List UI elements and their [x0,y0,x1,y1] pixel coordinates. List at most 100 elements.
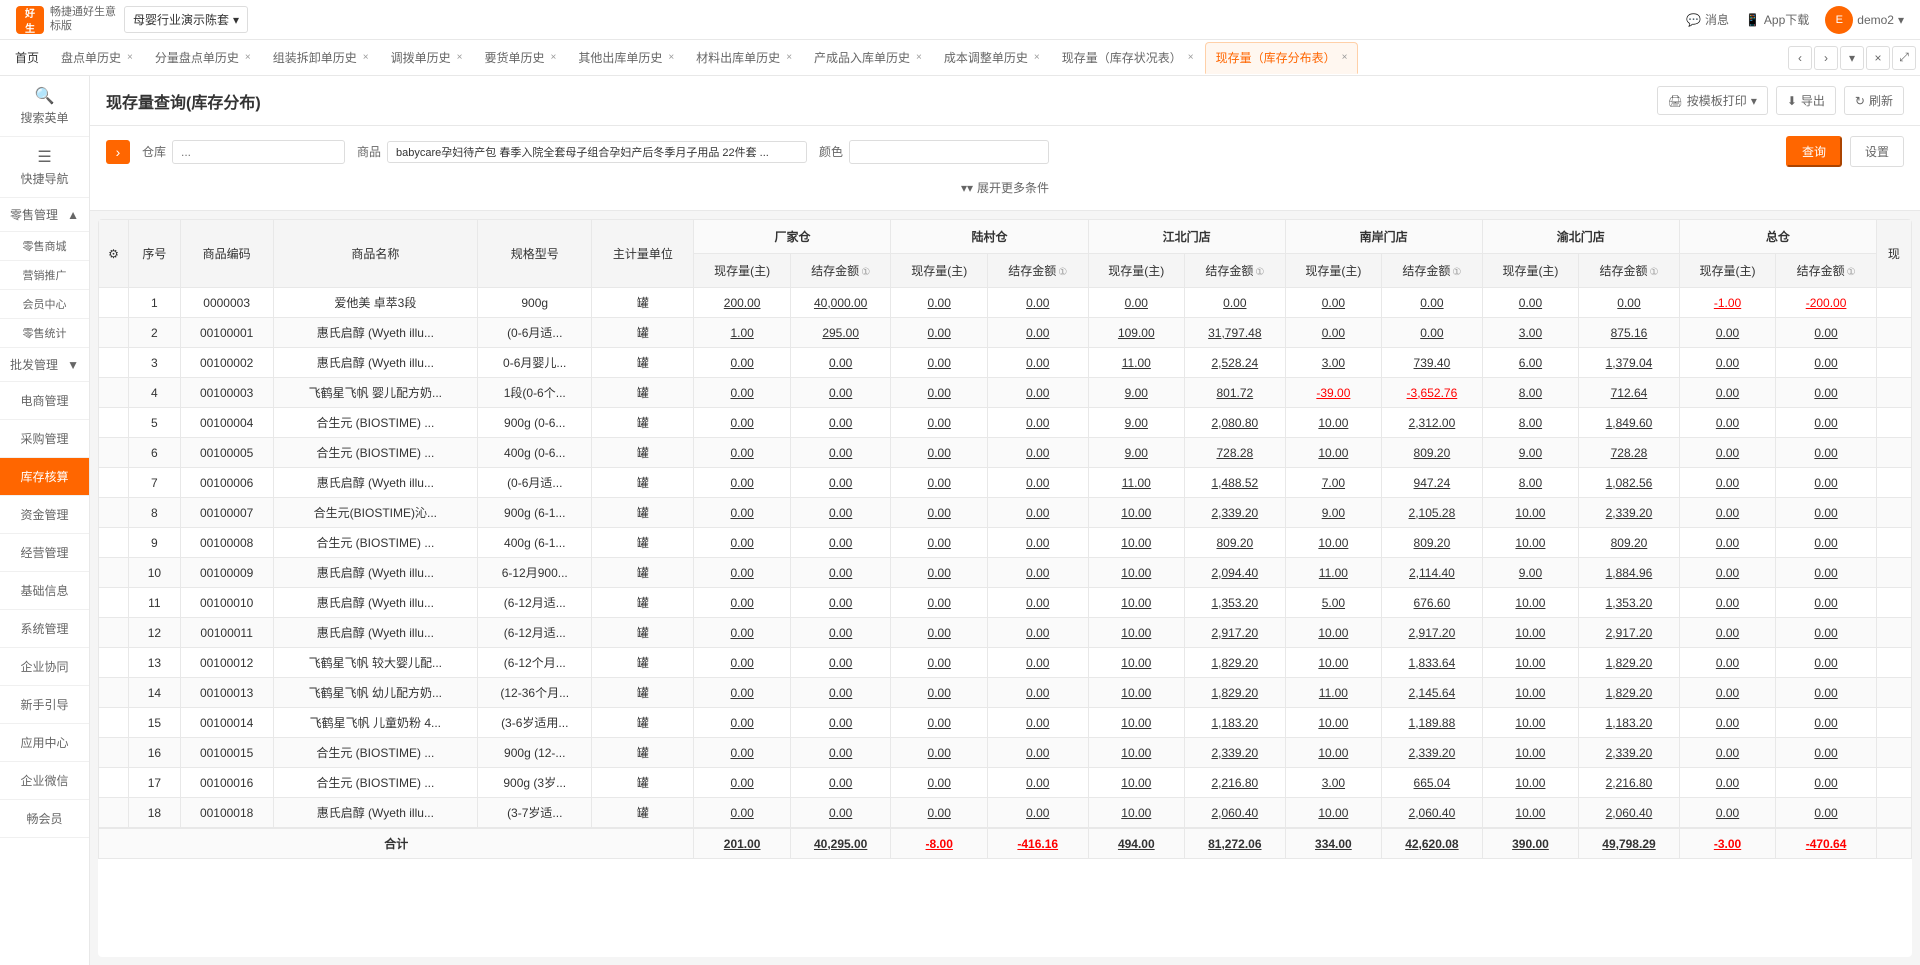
tab-close-10[interactable]: × [1188,52,1194,63]
tab-close-3[interactable]: × [363,52,369,63]
tab-10[interactable]: 现存量（库存状况表）× [1051,42,1205,74]
tab-6[interactable]: 其他出库单历史× [567,42,685,74]
warehouse-input[interactable] [172,140,345,164]
tab-1[interactable]: 盘点单历史× [50,42,144,74]
chevron-down-icon: ▾▾ [961,181,973,195]
col-name: 商品名称 [273,220,478,288]
sidebar-item-member[interactable]: 会员中心 [0,290,89,319]
footer-lucun-amt[interactable]: -416.16 [987,828,1088,859]
color-input[interactable] [849,140,1049,164]
tab-next-btn[interactable]: › [1814,46,1838,70]
table-row: 1500100014飞鹤星飞帆 儿童奶粉 4...(3-6岁适用...罐0.00… [99,708,1912,738]
tab-close-6[interactable]: × [668,52,674,63]
message-btn[interactable]: 💬 消息 [1686,11,1729,28]
tab-5[interactable]: 要货单历史× [473,42,567,74]
sidebar-item-marketing[interactable]: 营销推广 [0,261,89,290]
toggle-filter-btn[interactable]: › [106,140,130,164]
tab-close-5[interactable]: × [550,52,556,63]
message-icon: 💬 [1686,13,1701,27]
info-icon[interactable]: ① [861,267,870,278]
col-settings[interactable]: ⚙ [99,220,129,288]
table-row: 1100100010惠氏启醇 (Wyeth illu...(6-12月适...罐… [99,588,1912,618]
footer-changjiacao-amt[interactable]: 40,295.00 [790,828,891,859]
col-jiangbei: 江北门店 [1088,220,1285,254]
print-btn[interactable]: 🖨 按模板打印 ▾ [1657,86,1768,115]
tab-11[interactable]: 现存量（库存分布表）× [1205,42,1359,74]
col-lucun: 陆村仓 [891,220,1088,254]
tab-home[interactable]: 首页 [4,42,50,74]
footer-jiangbei-qty[interactable]: 494.00 [1088,828,1184,859]
expand-conditions-btn[interactable]: ▾▾ 展开更多条件 [953,175,1057,200]
info-icon[interactable]: ① [1058,267,1067,278]
search-icon: 🔍 [6,86,83,106]
settings-btn[interactable]: 设置 [1850,136,1904,167]
table-row: 900100008合生元 (BIOSTIME) ...400g (6-1...罐… [99,528,1912,558]
goods-input[interactable] [387,141,807,163]
tab-7[interactable]: 材料出库单历史× [685,42,803,74]
export-btn[interactable]: ⬇ 导出 [1776,86,1836,115]
info-icon[interactable]: ① [1452,267,1461,278]
footer-nanan-amt[interactable]: 42,620.08 [1382,828,1483,859]
info-icon[interactable]: ① [1847,267,1856,278]
tab-close-4[interactable]: × [457,52,463,63]
user-menu[interactable]: E demo2 ▾ [1825,6,1904,34]
footer-nanan-qty[interactable]: 334.00 [1285,828,1381,859]
tab-close-2[interactable]: × [245,52,251,63]
sidebar-item-vip[interactable]: 畅会员 [0,800,89,838]
footer-lucun-qty[interactable]: -8.00 [891,828,987,859]
sidebar-item-apps[interactable]: 应用中心 [0,724,89,762]
col-yubei-amt: 结存金额① [1579,254,1680,288]
tab-close-9[interactable]: × [1034,52,1040,63]
app-download-btn[interactable]: 📱 App下载 [1745,11,1809,28]
tab-8[interactable]: 产成品入库单历史× [803,42,933,74]
tab-3[interactable]: 组装拆卸单历史× [262,42,380,74]
page-header: 现存量查询(库存分布) 🖨 按模板打印 ▾ ⬇ 导出 ↻ 刷新 [90,76,1920,126]
tab-close-7[interactable]: × [786,52,792,63]
sidebar-item-search[interactable]: 🔍 搜索英单 [0,76,89,137]
tab-9[interactable]: 成本调整单历史× [933,42,1051,74]
table-row: 1000100009惠氏启醇 (Wyeth illu...6-12月900...… [99,558,1912,588]
refresh-btn[interactable]: ↻ 刷新 [1844,86,1904,115]
tab-close-1[interactable]: × [127,52,133,63]
footer-yubei-amt[interactable]: 49,798.29 [1579,828,1680,859]
sidebar-item-retail-shop[interactable]: 零售商城 [0,232,89,261]
tab-expand-btn[interactable]: ⤢ [1892,46,1916,70]
tab-more-btn[interactable]: ▾ [1840,46,1864,70]
sidebar-item-inventory[interactable]: 库存核算 [0,458,89,496]
sidebar-item-purchase[interactable]: 采购管理 [0,420,89,458]
tab-close-8[interactable]: × [916,52,922,63]
tab-prev-btn[interactable]: ‹ [1788,46,1812,70]
sidebar-item-wechat[interactable]: 企业微信 [0,762,89,800]
sidebar-item-ops[interactable]: 经营管理 [0,534,89,572]
footer-yubei-qty[interactable]: 390.00 [1482,828,1578,859]
sidebar-item-finance[interactable]: 资金管理 [0,496,89,534]
tab-4[interactable]: 调拨单历史× [380,42,474,74]
sidebar-item-basic[interactable]: 基础信息 [0,572,89,610]
goods-filter: 商品 [357,141,807,163]
footer-changjiacao-qty[interactable]: 201.00 [694,828,790,859]
sidebar-item-retail[interactable]: 零售管理 ▲ [0,198,89,232]
tab-2[interactable]: 分量盘点单历史× [144,42,262,74]
sidebar-item-ecom[interactable]: 电商管理 [0,382,89,420]
table-row: 600100005合生元 (BIOSTIME) ...400g (0-6...罐… [99,438,1912,468]
sidebar-item-system[interactable]: 系统管理 [0,610,89,648]
industry-select[interactable]: 母婴行业演示陈套 ▾ [124,6,248,33]
col-unit: 主计量单位 [592,220,694,288]
footer-total-amt[interactable]: -470.64 [1776,828,1877,859]
table-row: 1300100012飞鹤星飞帆 较大婴儿配...(6-12个月...罐0.000… [99,648,1912,678]
info-icon[interactable]: ① [1650,267,1659,278]
info-icon[interactable]: ① [1255,267,1264,278]
sidebar-item-guide[interactable]: 新手引导 [0,686,89,724]
col-jiangbei-amt: 结存金额① [1185,254,1286,288]
footer-jiangbei-amt[interactable]: 81,272.06 [1185,828,1286,859]
sidebar-item-wholesale[interactable]: 批发管理 ▼ [0,348,89,382]
tab-close-all-btn[interactable]: × [1866,46,1890,70]
footer-total-qty[interactable]: -3.00 [1679,828,1775,859]
table-row: 500100004合生元 (BIOSTIME) ...900g (0-6...罐… [99,408,1912,438]
tab-close-11[interactable]: × [1342,52,1348,63]
sidebar-item-nav[interactable]: ☰ 快捷导航 [0,137,89,198]
table-row: 700100006惠氏启醇 (Wyeth illu...(0-6月适...罐0.… [99,468,1912,498]
sidebar-item-retail-stats[interactable]: 零售统计 [0,319,89,348]
sidebar-item-corp[interactable]: 企业协同 [0,648,89,686]
query-btn[interactable]: 查询 [1786,136,1842,167]
